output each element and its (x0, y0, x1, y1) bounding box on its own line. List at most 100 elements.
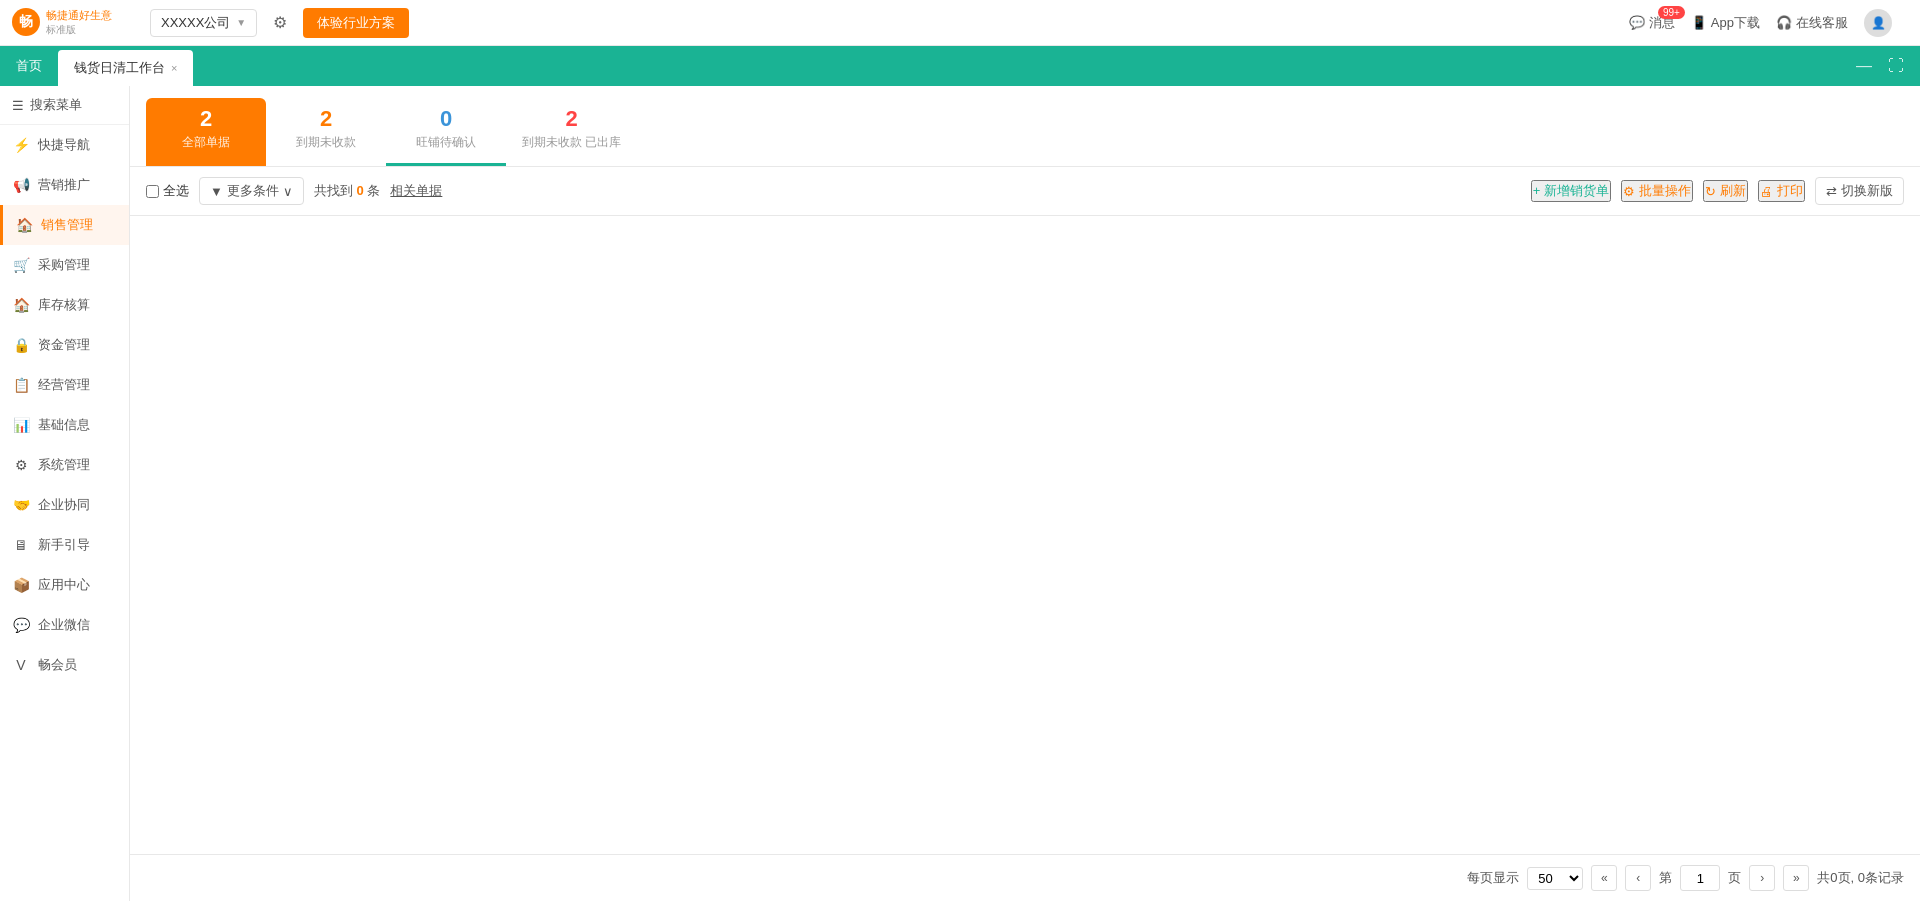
online-service-label: 在线客服 (1796, 14, 1848, 32)
guide-icon: 🖥 (12, 536, 30, 554)
pending-count: 0 (402, 106, 490, 132)
page-size-select[interactable]: 20 50 100 (1527, 867, 1583, 890)
table-area (130, 216, 1920, 854)
sidebar-item-operations[interactable]: 📋 经营管理 (0, 365, 129, 405)
company-selector[interactable]: XXXXX公司 ▼ (150, 9, 257, 37)
refresh-button[interactable]: ↻ 刷新 (1703, 180, 1748, 202)
switch-version-button[interactable]: ⇄ 切换新版 (1815, 177, 1904, 205)
page-number-input[interactable] (1680, 865, 1720, 891)
basic-info-icon: 📊 (12, 416, 30, 434)
company-name: XXXXX公司 (161, 14, 230, 32)
app-download-label: App下载 (1711, 14, 1760, 32)
finance-icon: 🔒 (12, 336, 30, 354)
overdue-count: 2 (282, 106, 370, 132)
messages-button[interactable]: 💬 消息 99+ (1629, 14, 1675, 32)
first-page-button[interactable]: « (1591, 865, 1617, 891)
filter-button[interactable]: ▼ 更多条件 ∨ (199, 177, 304, 205)
purchase-icon: 🛒 (12, 256, 30, 274)
page-unit: 页 (1728, 869, 1741, 887)
header-right: 💬 消息 99+ 📱 App下载 🎧 在线客服 👤 (1629, 9, 1908, 37)
found-count: 0 (357, 183, 364, 198)
sidebar-item-guide[interactable]: 🖥 新手引导 (0, 525, 129, 565)
switch-icon: ⇄ (1826, 184, 1837, 199)
sales-icon: 🏠 (15, 216, 33, 234)
logo-text-area: 畅捷通好生意 标准版 (46, 8, 112, 36)
sidebar-item-finance[interactable]: 🔒 资金管理 (0, 325, 129, 365)
sidebar-item-app-center[interactable]: 📦 应用中心 (0, 565, 129, 605)
print-icon: 🖨 (1760, 184, 1773, 199)
avatar[interactable]: 👤 (1864, 9, 1892, 37)
stats-tab-pending[interactable]: 0 旺铺待确认 (386, 98, 506, 166)
print-button[interactable]: 🖨 打印 (1758, 180, 1805, 202)
logo-name: 畅捷通好生意 (46, 8, 112, 22)
prev-page-button[interactable]: ‹ (1625, 865, 1651, 891)
sidebar-item-purchase[interactable]: 🛒 采购管理 (0, 245, 129, 285)
sidebar-search[interactable]: ☰ 搜索菜单 (0, 86, 129, 125)
toolbar-right: + 新增销货单 ⚙ 批量操作 ↻ 刷新 🖨 打印 ⇄ 切换新版 (1531, 177, 1904, 205)
pending-label: 旺铺待确认 (402, 134, 490, 151)
add-sale-order-button[interactable]: + 新增销货单 (1531, 180, 1611, 202)
main-layout: ☰ 搜索菜单 ⚡ 快捷导航 📢 营销推广 🏠 销售管理 🛒 采购管理 🏠 库存核… (0, 86, 1920, 901)
marketing-icon: 📢 (12, 176, 30, 194)
toolbar-left: 全选 ▼ 更多条件 ∨ 共找到 0 条 相关单据 (146, 177, 442, 205)
stats-tabs-container: 2 全部单据 2 到期未收款 0 旺铺待确认 2 到期未收款 已出库 (130, 86, 1920, 167)
tab-active[interactable]: 钱货日清工作台 × (58, 50, 193, 86)
page-size-label: 每页显示 (1467, 869, 1519, 887)
nav-tab-actions: — ⛶ (1852, 53, 1920, 79)
overdue-label: 到期未收款 (282, 134, 370, 151)
filter-arrow: ∨ (283, 184, 293, 199)
sidebar-item-quick-nav[interactable]: ⚡ 快捷导航 (0, 125, 129, 165)
app-download-button[interactable]: 📱 App下载 (1691, 14, 1760, 32)
next-page-button[interactable]: › (1749, 865, 1775, 891)
message-badge: 99+ (1658, 6, 1685, 19)
top-header: 畅 畅捷通好生意 标准版 XXXXX公司 ▼ ⚙ 体验行业方案 💬 消息 99+… (0, 0, 1920, 46)
enterprise-icon: 🤝 (12, 496, 30, 514)
all-label: 全部单据 (162, 134, 250, 151)
nav-tabs-bar: 首页 钱货日清工作台 × — ⛶ (0, 46, 1920, 86)
sidebar-item-enterprise[interactable]: 🤝 企业协同 (0, 485, 129, 525)
trial-button[interactable]: 体验行业方案 (303, 8, 409, 38)
total-info: 共0页, 0条记录 (1817, 869, 1904, 887)
last-page-button[interactable]: » (1783, 865, 1809, 891)
unshipped-label: 到期未收款 已出库 (522, 134, 621, 151)
found-text: 共找到 0 条 (314, 182, 380, 200)
logo-icon: 畅 (12, 8, 40, 36)
logo-area: 畅 畅捷通好生意 标准版 (12, 8, 142, 36)
select-all-label: 全选 (163, 182, 189, 200)
sidebar-item-inventory[interactable]: 🏠 库存核算 (0, 285, 129, 325)
service-icon: 🎧 (1776, 15, 1792, 30)
sidebar-item-basic-info[interactable]: 📊 基础信息 (0, 405, 129, 445)
sidebar-item-member[interactable]: V 畅会员 (0, 645, 129, 685)
stats-tab-unshipped[interactable]: 2 到期未收款 已出库 (506, 98, 637, 166)
batch-operations-button[interactable]: ⚙ 批量操作 (1621, 180, 1693, 202)
stats-tab-all[interactable]: 2 全部单据 (146, 98, 266, 166)
select-all-input[interactable] (146, 185, 159, 198)
stats-tabs: 2 全部单据 2 到期未收款 0 旺铺待确认 2 到期未收款 已出库 (146, 98, 1904, 166)
toolbar: 全选 ▼ 更多条件 ∨ 共找到 0 条 相关单据 + 新增销货单 (130, 167, 1920, 216)
tab-home[interactable]: 首页 (0, 46, 58, 86)
unshipped-count: 2 (522, 106, 621, 132)
expand-window-button[interactable]: ⛶ (1884, 53, 1908, 79)
sidebar-item-wechat[interactable]: 💬 企业微信 (0, 605, 129, 645)
download-icon: 📱 (1691, 15, 1707, 30)
pagination: 每页显示 20 50 100 « ‹ 第 页 › » 共0页, 0条记录 (130, 854, 1920, 901)
app-center-icon: 📦 (12, 576, 30, 594)
select-all-checkbox[interactable]: 全选 (146, 182, 189, 200)
online-service-button[interactable]: 🎧 在线客服 (1776, 14, 1848, 32)
sidebar-item-sales[interactable]: 🏠 销售管理 (0, 205, 129, 245)
stats-tab-overdue[interactable]: 2 到期未收款 (266, 98, 386, 166)
search-icon: ☰ (12, 98, 24, 113)
logo-version: 标准版 (46, 23, 112, 37)
close-tab-icon[interactable]: × (171, 62, 177, 74)
minimize-window-button[interactable]: — (1852, 53, 1876, 79)
settings-button[interactable]: ⚙ (265, 8, 295, 38)
sidebar-item-system[interactable]: ⚙ 系统管理 (0, 445, 129, 485)
inventory-icon: 🏠 (12, 296, 30, 314)
related-records-link[interactable]: 相关单据 (390, 182, 442, 200)
wechat-icon: 💬 (12, 616, 30, 634)
all-count: 2 (162, 106, 250, 132)
sidebar-item-marketing[interactable]: 📢 营销推广 (0, 165, 129, 205)
batch-icon: ⚙ (1623, 184, 1635, 199)
company-dropdown-arrow: ▼ (236, 17, 246, 28)
quick-nav-icon: ⚡ (12, 136, 30, 154)
